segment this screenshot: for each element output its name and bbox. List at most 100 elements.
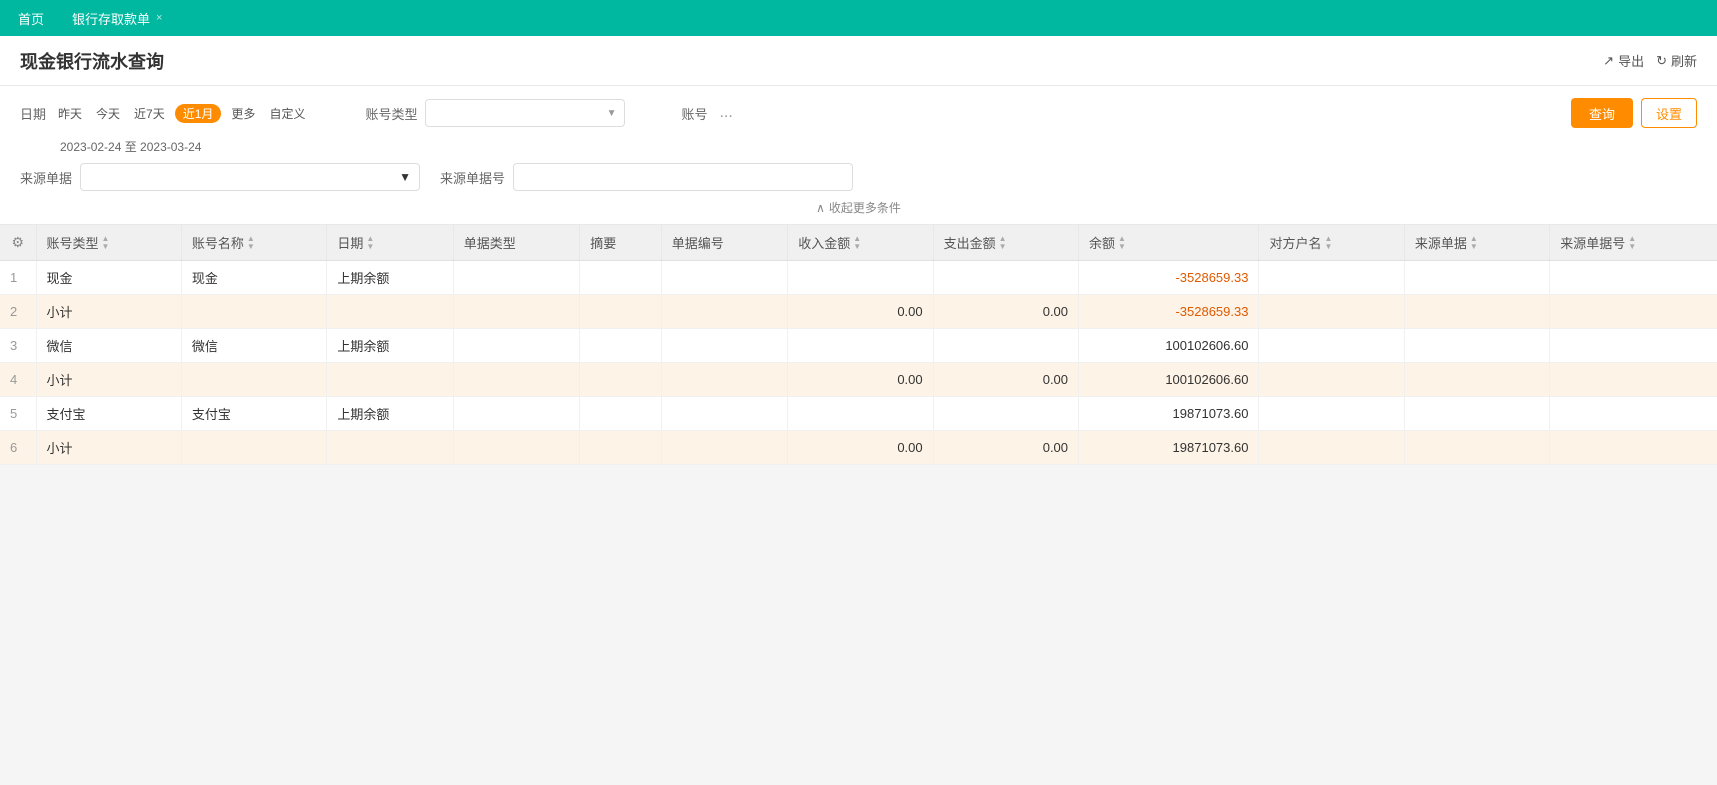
cell-source_doc_no [1550, 431, 1717, 465]
cell-doc_type [453, 397, 579, 431]
cell-account_name [181, 431, 326, 465]
cell-expense [933, 261, 1078, 295]
table-row: 2小计0.000.00-3528659.33 [0, 295, 1717, 329]
cell-counterparty [1259, 295, 1404, 329]
sort-arrows-account_name: ▲▼ [247, 235, 255, 251]
col-header-date[interactable]: 日期▲▼ [327, 225, 453, 261]
sort-arrows-account_type: ▲▼ [102, 235, 110, 251]
date-shortcut-近7天[interactable]: 近7天 [130, 104, 169, 123]
cell-doc_no [661, 397, 787, 431]
cell-income [788, 261, 933, 295]
cell-date [327, 295, 453, 329]
table-row: 5支付宝支付宝上期余额19871073.60 [0, 397, 1717, 431]
source-doc-no-input[interactable] [513, 163, 853, 191]
cell-expense: 0.00 [933, 363, 1078, 397]
col-header-balance[interactable]: 余额▲▼ [1079, 225, 1259, 261]
cell-expense: 0.00 [933, 431, 1078, 465]
filter-source-row: 来源单据 ▼ 来源单据号 [20, 163, 1697, 191]
cell-balance: 100102606.60 [1079, 329, 1259, 363]
page-header: 现金银行流水查询 ↗ 导出 ↻ 刷新 [0, 36, 1717, 86]
cell-counterparty [1259, 363, 1404, 397]
cell-date [327, 363, 453, 397]
cell-account_name [181, 295, 326, 329]
col-header-account_type[interactable]: 账号类型▲▼ [36, 225, 181, 261]
account-type-select[interactable]: ▼ [425, 99, 625, 127]
cell-summary [580, 363, 661, 397]
cell-account_name: 现金 [181, 261, 326, 295]
cell-account_name: 微信 [181, 329, 326, 363]
table-body: 1现金现金上期余额-3528659.332小计0.000.00-3528659.… [0, 261, 1717, 465]
date-shortcut-更多[interactable]: 更多 [227, 104, 259, 123]
cell-account_name: 支付宝 [181, 397, 326, 431]
cell-counterparty [1259, 261, 1404, 295]
table-container: ⚙账号类型▲▼账号名称▲▼日期▲▼单据类型摘要单据编号收入金额▲▼支出金额▲▼余… [0, 225, 1717, 465]
cell-income [788, 397, 933, 431]
settings-button[interactable]: 设置 [1641, 98, 1697, 128]
source-doc-no-filter: 来源单据号 [440, 163, 853, 191]
cell-doc_type [453, 329, 579, 363]
cell-counterparty [1259, 397, 1404, 431]
cell-summary [580, 397, 661, 431]
close-icon[interactable]: × [156, 12, 162, 24]
date-shortcut-昨天[interactable]: 昨天 [54, 104, 86, 123]
table-settings-icon[interactable]: ⚙ [11, 234, 24, 250]
date-range-display: 2023-02-24 至 2023-03-24 [20, 138, 1697, 155]
table-row: 3微信微信上期余额100102606.60 [0, 329, 1717, 363]
nav-tab-银行存取款单[interactable]: 银行存取款单× [58, 0, 202, 36]
sort-arrows-date: ▲▼ [366, 235, 374, 251]
date-shortcut-自定义[interactable]: 自定义 [265, 104, 309, 123]
cell-source_doc [1404, 295, 1549, 329]
cell-index: 2 [0, 295, 36, 329]
cell-source_doc_no [1550, 329, 1717, 363]
account-dots[interactable]: ... [715, 104, 736, 122]
cell-expense: 0.00 [933, 295, 1078, 329]
cell-balance: 19871073.60 [1079, 431, 1259, 465]
query-button[interactable]: 查询 [1571, 98, 1633, 128]
col-header-income[interactable]: 收入金额▲▼ [788, 225, 933, 261]
filter-row-1: 日期 昨天今天近7天近1月更多自定义 账号类型 ▼ 账号 ... 查询 设置 [20, 98, 1697, 128]
cell-summary [580, 261, 661, 295]
collapse-label: 收起更多条件 [829, 199, 901, 216]
cell-date: 上期余额 [327, 261, 453, 295]
account-type-filter: 账号类型 ▼ [365, 99, 625, 127]
cell-account_type: 小计 [36, 363, 181, 397]
col-header-summary: 摘要 [580, 225, 661, 261]
cell-income: 0.00 [788, 363, 933, 397]
table-row: 6小计0.000.0019871073.60 [0, 431, 1717, 465]
sort-arrows-income: ▲▼ [853, 235, 861, 251]
cell-doc_type [453, 431, 579, 465]
cell-account_name [181, 363, 326, 397]
date-shortcut-近1月[interactable]: 近1月 [175, 104, 222, 123]
table-row: 1现金现金上期余额-3528659.33 [0, 261, 1717, 295]
filter-buttons: 查询 设置 [1571, 98, 1697, 128]
source-doc-filter: 来源单据 ▼ [20, 163, 420, 191]
cell-income [788, 329, 933, 363]
refresh-button[interactable]: ↻ 刷新 [1656, 51, 1697, 70]
collapse-bar[interactable]: ∧ 收起更多条件 [20, 199, 1697, 216]
account-label: 账号 [681, 104, 707, 123]
export-button[interactable]: ↗ 导出 [1603, 51, 1644, 70]
col-header-expense[interactable]: 支出金额▲▼ [933, 225, 1078, 261]
cell-doc_type [453, 261, 579, 295]
cell-doc_type [453, 295, 579, 329]
source-doc-select[interactable]: ▼ [80, 163, 420, 191]
cell-index: 6 [0, 431, 36, 465]
col-header-source_doc_no[interactable]: 来源单据号▲▼ [1550, 225, 1717, 261]
cell-counterparty [1259, 431, 1404, 465]
account-type-label: 账号类型 [365, 104, 417, 123]
col-header-counterparty[interactable]: 对方户名▲▼ [1259, 225, 1404, 261]
cell-expense [933, 397, 1078, 431]
cell-date: 上期余额 [327, 397, 453, 431]
col-header-doc_no: 单据编号 [661, 225, 787, 261]
source-doc-no-label: 来源单据号 [440, 168, 505, 187]
col-header-account_name[interactable]: 账号名称▲▼ [181, 225, 326, 261]
sort-arrows-balance: ▲▼ [1118, 235, 1126, 251]
col-header-source_doc[interactable]: 来源单据▲▼ [1404, 225, 1549, 261]
date-shortcut-今天[interactable]: 今天 [92, 104, 124, 123]
collapse-up-icon: ∧ [816, 201, 825, 215]
nav-home[interactable]: 首页 [4, 0, 58, 36]
cell-source_doc_no [1550, 261, 1717, 295]
cell-summary [580, 329, 661, 363]
chevron-down-icon: ▼ [607, 108, 617, 119]
cell-date: 上期余额 [327, 329, 453, 363]
